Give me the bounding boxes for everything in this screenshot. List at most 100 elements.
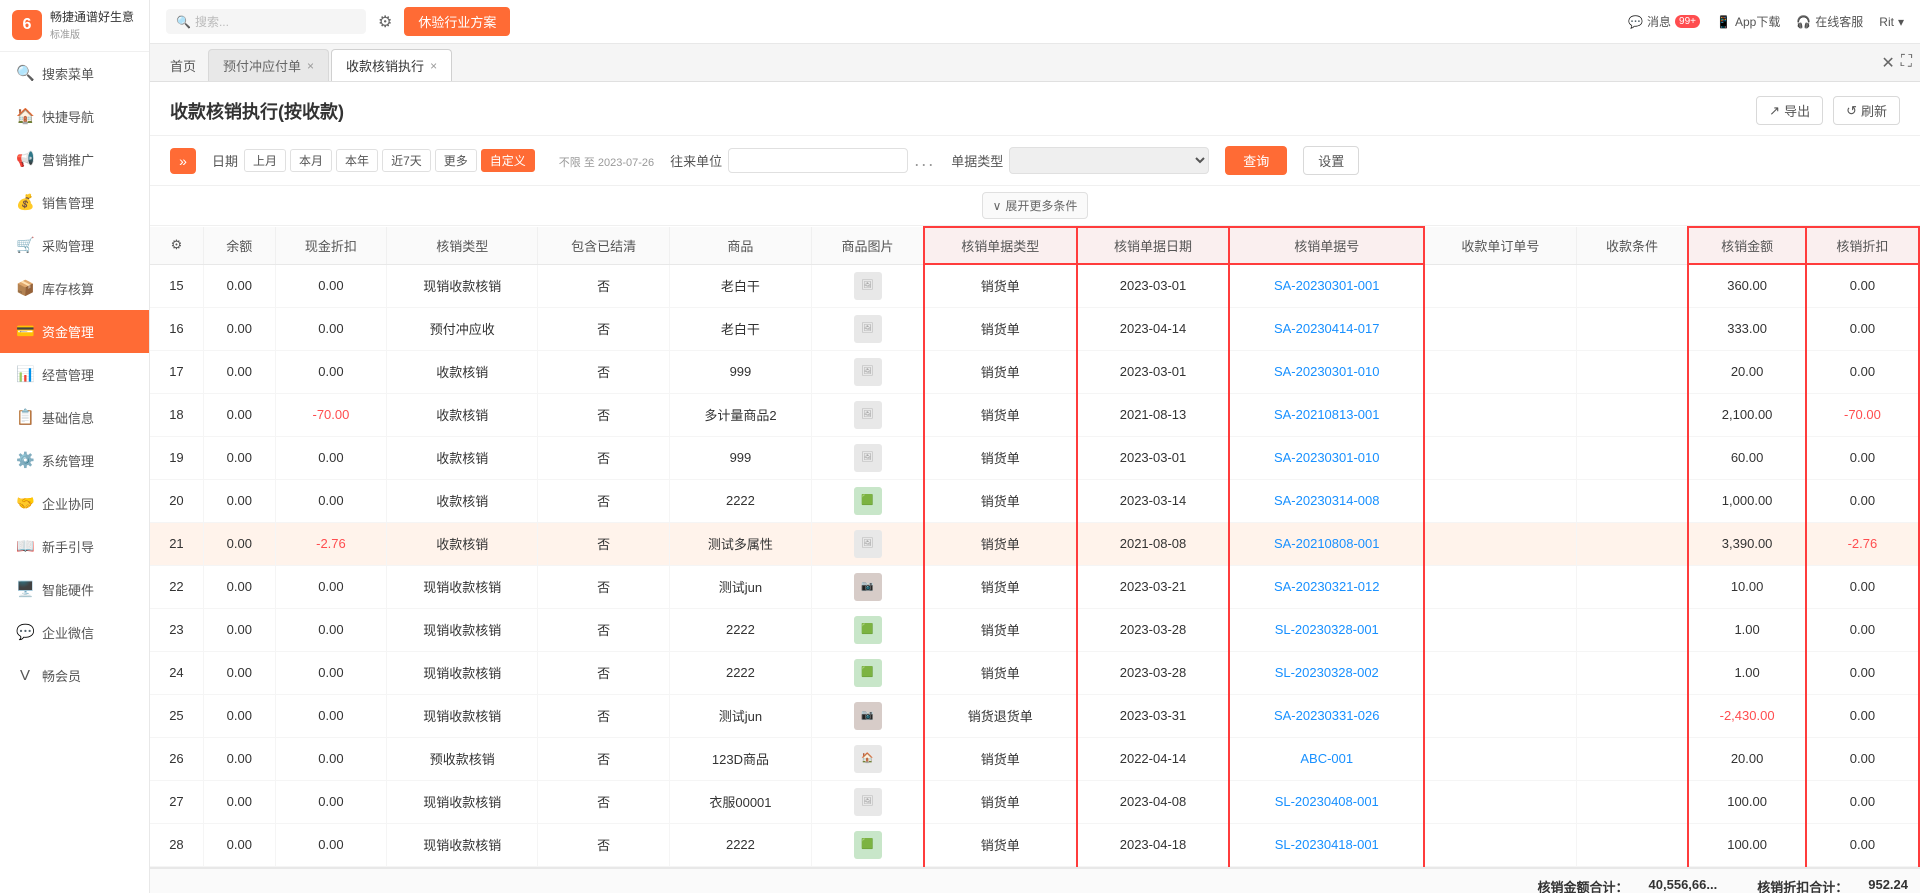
cell-bill-no[interactable]: SL-20230328-002 — [1229, 651, 1424, 694]
cell-id: 18 — [150, 393, 203, 436]
query-btn[interactable]: 查询 — [1225, 146, 1287, 175]
unit-dots[interactable]: ... — [914, 150, 935, 171]
filter-more[interactable]: 更多 — [435, 149, 477, 172]
app-download-btn[interactable]: 📱 App下载 — [1716, 13, 1780, 30]
cell-bill-no[interactable]: SA-20230301-010 — [1229, 350, 1424, 393]
filter-7days[interactable]: 近7天 — [382, 149, 431, 172]
col-settings[interactable]: ⚙ — [150, 227, 203, 264]
cell-bill-no[interactable]: SA-20230301-010 — [1229, 436, 1424, 479]
tab-home[interactable]: 首页 — [158, 49, 208, 81]
tab-writeoff[interactable]: 收款核销执行 × — [331, 49, 452, 81]
inventory-icon: 📦 — [16, 279, 34, 297]
cell-receipt-order-no — [1424, 307, 1576, 350]
table-row: 21 0.00 -2.76 收款核销 否 测试多属性 🖼 销货单 2021-08… — [150, 522, 1919, 565]
cell-bill-no[interactable]: SA-20230414-017 — [1229, 307, 1424, 350]
cell-bill-date: 2023-03-28 — [1077, 608, 1230, 651]
filter-this-year[interactable]: 本年 — [336, 149, 378, 172]
cell-bill-type: 销货单 — [924, 608, 1077, 651]
sidebar-item-purchase[interactable]: 🛒 采购管理 — [0, 224, 149, 267]
cell-receipt-order-no — [1424, 264, 1576, 307]
online-service-btn[interactable]: 🎧 在线客服 — [1796, 13, 1863, 30]
filter-last-month[interactable]: 上月 — [244, 149, 286, 172]
filter-toggle-btn[interactable]: » — [170, 148, 196, 174]
cell-receipt-order-no — [1424, 350, 1576, 393]
sidebar-item-search[interactable]: 🔍 搜索菜单 — [0, 52, 149, 95]
sidebar-item-basic[interactable]: 📋 基础信息 — [0, 396, 149, 439]
type-select[interactable] — [1009, 147, 1209, 174]
cell-bill-date: 2023-03-21 — [1077, 565, 1230, 608]
sidebar-item-collab[interactable]: 🤝 企业协同 — [0, 482, 149, 525]
table-row: 24 0.00 0.00 现销收款核销 否 2222 🟩 销货单 2023-03… — [150, 651, 1919, 694]
unit-input[interactable] — [728, 148, 908, 173]
cell-bill-no[interactable]: SL-20230328-001 — [1229, 608, 1424, 651]
guide-icon: 📖 — [16, 537, 34, 555]
sidebar-item-sales[interactable]: 💰 销售管理 — [0, 181, 149, 224]
sidebar-item-inventory[interactable]: 📦 库存核算 — [0, 267, 149, 310]
cell-balance: 0.00 — [203, 522, 275, 565]
topbar-search[interactable]: 🔍 搜索... — [166, 9, 366, 34]
cell-write-off-amount: 3,390.00 — [1688, 522, 1805, 565]
col-write-off-discount: 核销折扣 — [1806, 227, 1919, 264]
cell-bill-no[interactable]: SA-20230314-008 — [1229, 479, 1424, 522]
sidebar-item-quicknav[interactable]: 🏠 快捷导航 — [0, 95, 149, 138]
filter-this-month[interactable]: 本月 — [290, 149, 332, 172]
cell-id: 25 — [150, 694, 203, 737]
cell-cash-discount: 0.00 — [275, 479, 387, 522]
sidebar-item-system[interactable]: ⚙️ 系统管理 — [0, 439, 149, 482]
cell-includes-settled: 否 — [538, 694, 669, 737]
user-name[interactable]: Rit ▾ — [1879, 15, 1904, 29]
cell-bill-no[interactable]: SL-20230418-001 — [1229, 823, 1424, 866]
cell-write-off-discount: 0.00 — [1806, 823, 1919, 866]
tab-close-all[interactable]: ✕ — [1881, 53, 1894, 73]
cell-receipt-condition — [1576, 393, 1688, 436]
tab-writeoff-close[interactable]: × — [430, 59, 437, 73]
sidebar-item-member[interactable]: V 畅会员 — [0, 654, 149, 697]
refresh-btn[interactable]: ↺ 刷新 — [1833, 96, 1900, 125]
cell-write-off-type: 收款核销 — [387, 479, 538, 522]
cell-bill-no[interactable]: SA-20230331-026 — [1229, 694, 1424, 737]
messages-btn[interactable]: 💬 消息 99+ — [1628, 13, 1700, 30]
cell-bill-no[interactable]: SL-20230408-001 — [1229, 780, 1424, 823]
cell-receipt-condition — [1576, 436, 1688, 479]
filter-custom[interactable]: 自定义 — [481, 149, 535, 172]
table-row: 27 0.00 0.00 现销收款核销 否 衣服00001 🖼 销货单 2023… — [150, 780, 1919, 823]
sidebar-item-hardware[interactable]: 🖥️ 智能硬件 — [0, 568, 149, 611]
cell-includes-settled: 否 — [538, 780, 669, 823]
product-img: 🖼 — [854, 788, 882, 816]
cell-write-off-amount: 333.00 — [1688, 307, 1805, 350]
sidebar-item-guide[interactable]: 📖 新手引导 — [0, 525, 149, 568]
cell-cash-discount: 0.00 — [275, 307, 387, 350]
sidebar-item-operation[interactable]: 📊 经营管理 — [0, 353, 149, 396]
cell-bill-type: 销货单 — [924, 823, 1077, 866]
cell-bill-no[interactable]: SA-20210813-001 — [1229, 393, 1424, 436]
tab-expand[interactable]: ⛶ — [1901, 53, 1912, 73]
sidebar-item-marketing[interactable]: 📢 营销推广 — [0, 138, 149, 181]
settings-icon[interactable]: ⚙ — [378, 12, 392, 32]
cell-product-img: 🟩 — [812, 823, 924, 866]
cell-bill-no[interactable]: SA-20230301-001 — [1229, 264, 1424, 307]
industry-btn[interactable]: 休验行业方案 — [404, 7, 510, 36]
content-area: 收款核销执行(按收款) ↗ 导出 ↺ 刷新 » 日期 上月 — [150, 82, 1920, 893]
cell-receipt-order-no — [1424, 522, 1576, 565]
cell-bill-no[interactable]: SA-20210808-001 — [1229, 522, 1424, 565]
filter-settings-btn[interactable]: 设置 — [1303, 146, 1359, 175]
cell-bill-type: 销货单 — [924, 565, 1077, 608]
sidebar-item-finance[interactable]: 💳 资金管理 — [0, 310, 149, 353]
sidebar-label-member: 畅会员 — [42, 666, 81, 685]
sidebar-label-sales: 销售管理 — [42, 193, 94, 212]
expand-more-btn[interactable]: ∨ 展开更多条件 — [982, 192, 1089, 219]
tab-prepay[interactable]: 预付冲应付单 × — [208, 49, 329, 81]
cell-receipt-condition — [1576, 522, 1688, 565]
member-icon: V — [16, 667, 34, 684]
export-btn[interactable]: ↗ 导出 — [1756, 96, 1823, 125]
cell-bill-type: 销货单 — [924, 350, 1077, 393]
cell-bill-no[interactable]: ABC-001 — [1229, 737, 1424, 780]
tab-prepay-close[interactable]: × — [307, 59, 314, 73]
sidebar-item-wechat[interactable]: 💬 企业微信 — [0, 611, 149, 654]
cell-cash-discount: 0.00 — [275, 780, 387, 823]
cell-bill-no[interactable]: SA-20230321-012 — [1229, 565, 1424, 608]
tab-writeoff-label: 收款核销执行 — [346, 56, 424, 75]
wechat-icon: 💬 — [16, 623, 34, 641]
cell-includes-settled: 否 — [538, 823, 669, 866]
cell-write-off-discount: 0.00 — [1806, 479, 1919, 522]
